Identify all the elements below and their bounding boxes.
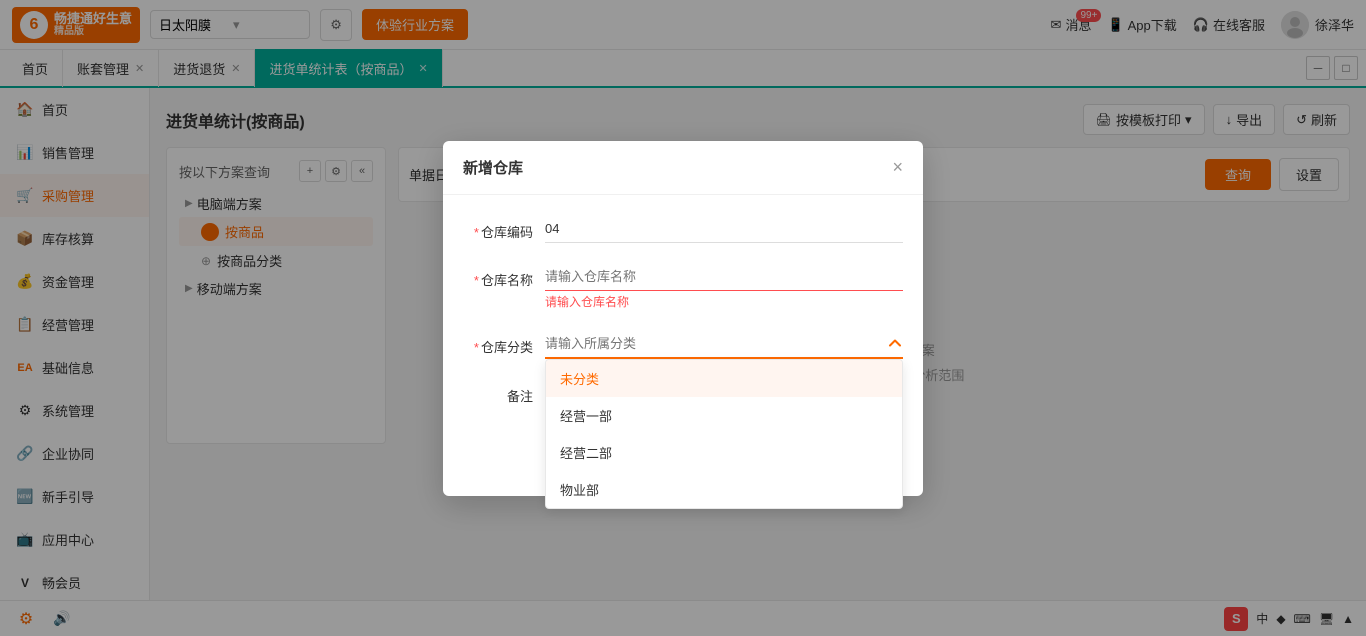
- category-input[interactable]: [545, 330, 903, 359]
- code-input[interactable]: [545, 215, 903, 243]
- new-warehouse-modal: 新增仓库 × 仓库编码 仓库名称 请输入仓库名称 仓库分类: [443, 141, 923, 496]
- code-row: 仓库编码: [463, 215, 903, 243]
- category-dropdown: 未分类 经营一部 经营二部 物业部: [545, 359, 903, 509]
- dropdown-option-uncategorized[interactable]: 未分类: [546, 360, 902, 397]
- name-error-msg: 请输入仓库名称: [545, 293, 903, 310]
- category-label: 仓库分类: [463, 330, 533, 356]
- dropdown-option-property[interactable]: 物业部: [546, 471, 902, 508]
- name-field: 请输入仓库名称: [545, 263, 903, 310]
- chevron-up-icon[interactable]: [887, 335, 903, 354]
- modal-header: 新增仓库 ×: [443, 141, 923, 195]
- category-row: 仓库分类 未分类 经营一部 经营二部 物业部: [463, 330, 903, 359]
- category-input-container: [545, 330, 903, 359]
- note-label: 备注: [463, 379, 533, 405]
- name-row: 仓库名称 请输入仓库名称: [463, 263, 903, 310]
- modal-body: 仓库编码 仓库名称 请输入仓库名称 仓库分类: [443, 195, 923, 435]
- code-field: [545, 215, 903, 243]
- code-label: 仓库编码: [463, 215, 533, 241]
- modal-title: 新增仓库: [463, 157, 523, 178]
- dropdown-option-ops1[interactable]: 经营一部: [546, 397, 902, 434]
- name-input[interactable]: [545, 263, 903, 291]
- dropdown-option-ops2[interactable]: 经营二部: [546, 434, 902, 471]
- category-field: 未分类 经营一部 经营二部 物业部: [545, 330, 903, 359]
- modal-close-button[interactable]: ×: [892, 158, 903, 176]
- name-label: 仓库名称: [463, 263, 533, 289]
- modal-overlay: 新增仓库 × 仓库编码 仓库名称 请输入仓库名称 仓库分类: [0, 0, 1366, 636]
